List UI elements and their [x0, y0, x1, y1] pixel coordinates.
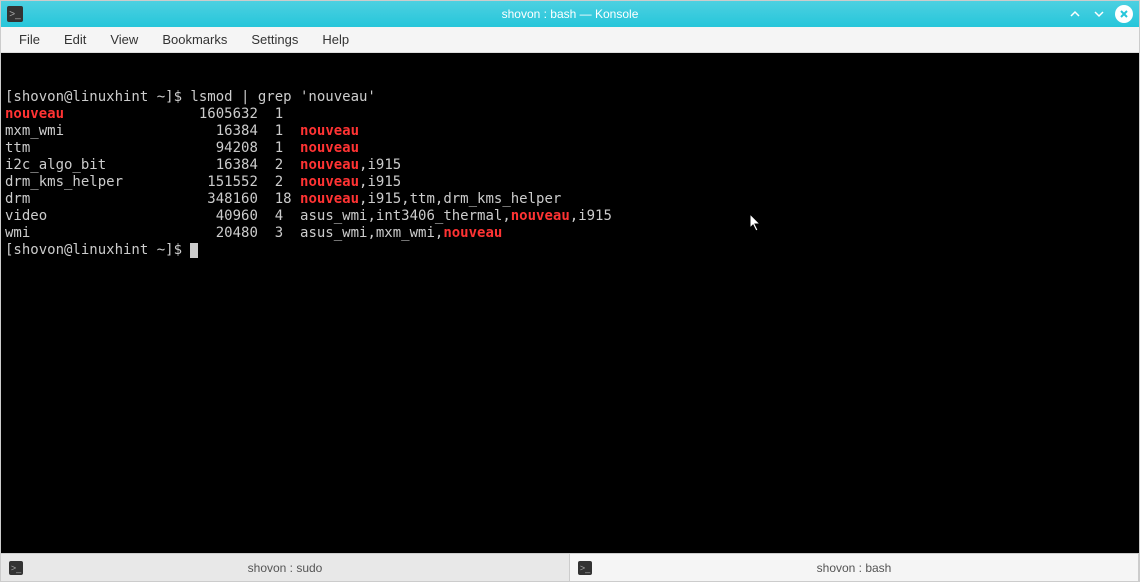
menu-help[interactable]: Help	[312, 28, 359, 51]
terminal-line: nouveau 1605632 1	[5, 106, 1135, 123]
terminal-line: [shovon@linuxhint ~]$	[5, 242, 1135, 259]
terminal-line: [shovon@linuxhint ~]$ lsmod | grep 'nouv…	[5, 89, 1135, 106]
terminal-area[interactable]: [shovon@linuxhint ~]$ lsmod | grep 'nouv…	[1, 53, 1139, 553]
terminal-line: ttm 94208 1 nouveau	[5, 140, 1135, 157]
window-title: shovon : bash — Konsole	[502, 7, 639, 21]
tab-bash[interactable]: >_ shovon : bash	[570, 554, 1139, 581]
menubar: File Edit View Bookmarks Settings Help	[1, 27, 1139, 53]
terminal-line: i2c_algo_bit 16384 2 nouveau,i915	[5, 157, 1135, 174]
app-icon: >_	[7, 6, 23, 22]
minimize-button[interactable]	[1067, 6, 1083, 22]
tab-label: shovon : sudo	[248, 561, 323, 575]
terminal-line: drm_kms_helper 151552 2 nouveau,i915	[5, 174, 1135, 191]
menu-edit[interactable]: Edit	[54, 28, 96, 51]
terminal-icon: >_	[9, 561, 23, 575]
menu-file[interactable]: File	[9, 28, 50, 51]
terminal-line: wmi 20480 3 asus_wmi,mxm_wmi,nouveau	[5, 225, 1135, 242]
terminal-line: video 40960 4 asus_wmi,int3406_thermal,n…	[5, 208, 1135, 225]
menu-bookmarks[interactable]: Bookmarks	[152, 28, 237, 51]
konsole-window: >_ shovon : bash — Konsole File Edit Vie…	[0, 0, 1140, 582]
close-button[interactable]	[1115, 5, 1133, 23]
maximize-button[interactable]	[1091, 6, 1107, 22]
menu-settings[interactable]: Settings	[241, 28, 308, 51]
tabbar: >_ shovon : sudo >_ shovon : bash	[1, 553, 1139, 581]
tab-sudo[interactable]: >_ shovon : sudo	[1, 554, 570, 581]
titlebar[interactable]: >_ shovon : bash — Konsole	[1, 1, 1139, 27]
terminal-line: drm 348160 18 nouveau,i915,ttm,drm_kms_h…	[5, 191, 1135, 208]
terminal-line: mxm_wmi 16384 1 nouveau	[5, 123, 1135, 140]
terminal-icon: >_	[578, 561, 592, 575]
menu-view[interactable]: View	[100, 28, 148, 51]
tab-label: shovon : bash	[817, 561, 892, 575]
window-controls	[1067, 5, 1133, 23]
text-cursor	[190, 243, 198, 258]
